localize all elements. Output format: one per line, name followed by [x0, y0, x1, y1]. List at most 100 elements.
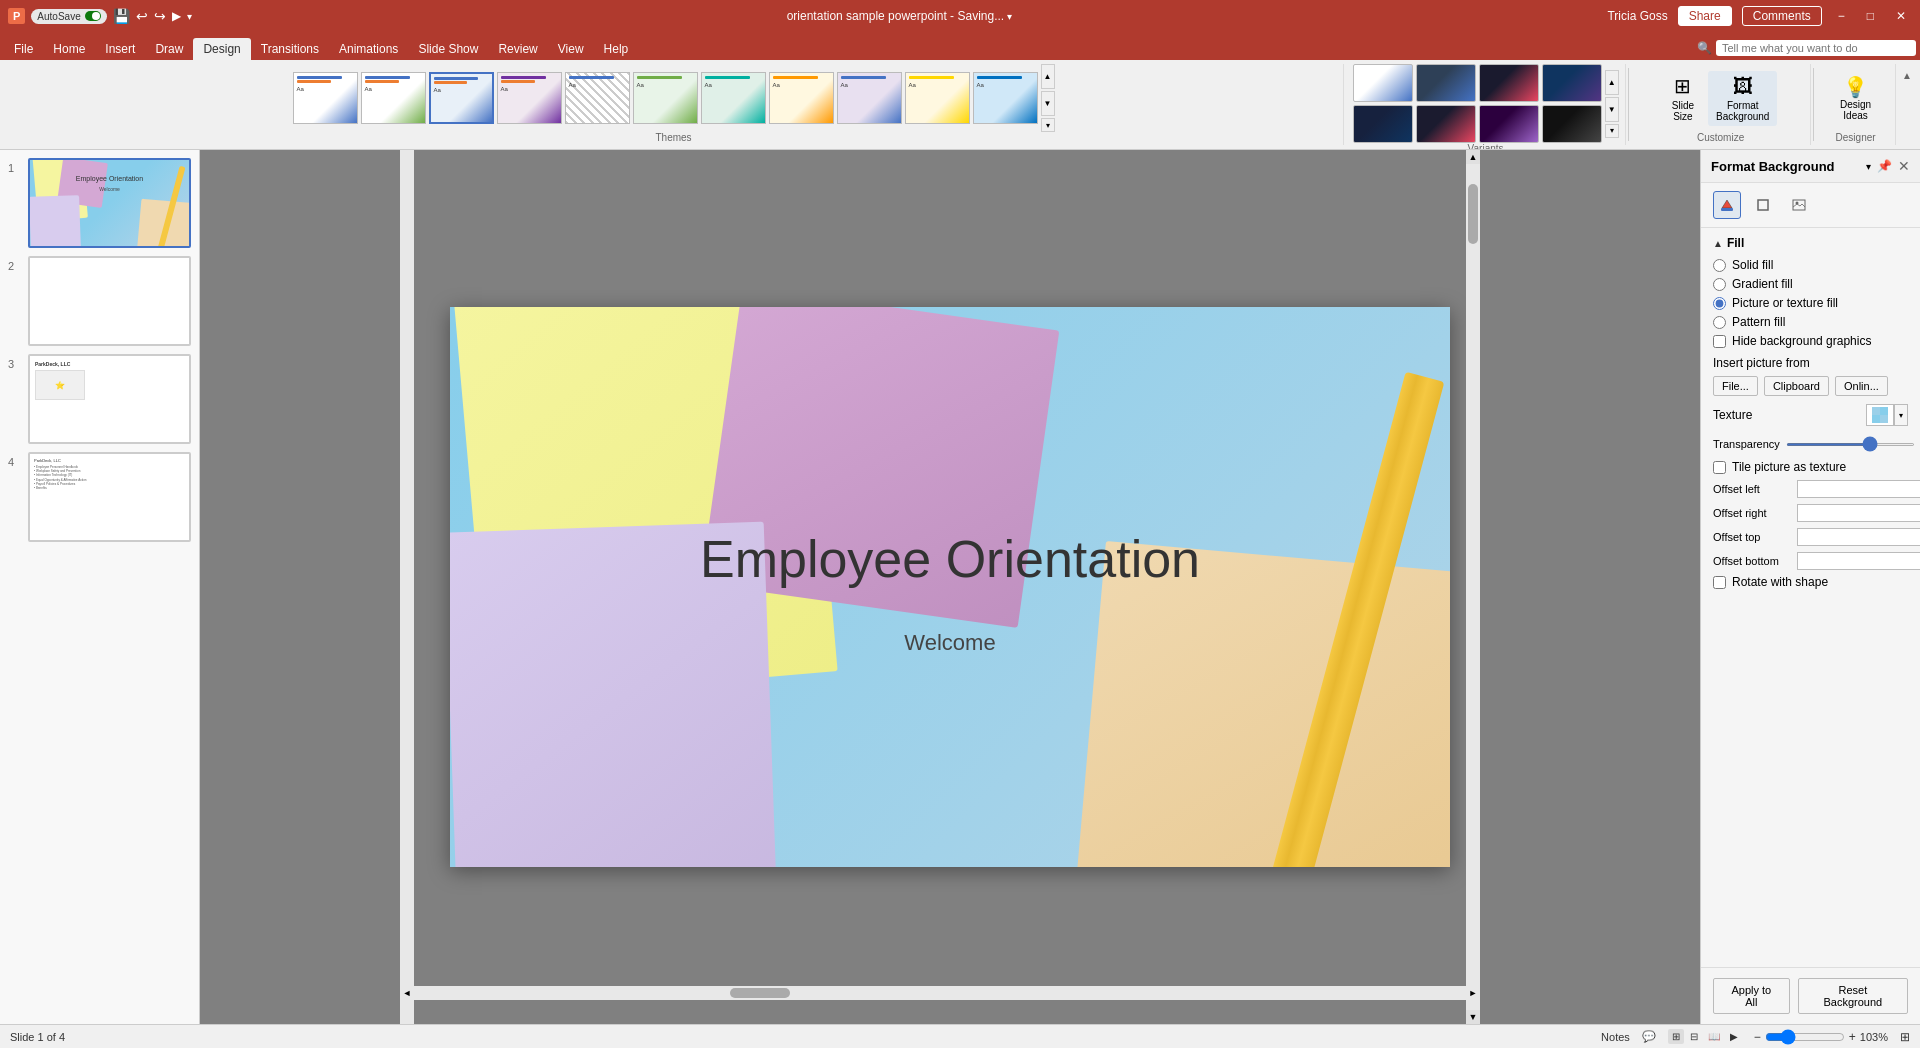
theme-item-11[interactable]: Aa: [973, 72, 1038, 124]
gradient-fill-option[interactable]: Gradient fill: [1713, 277, 1908, 291]
presenter-view-button[interactable]: ▶: [1726, 1029, 1742, 1044]
zoom-in-button[interactable]: +: [1849, 1030, 1856, 1044]
collapse-ribbon-button[interactable]: ▲: [1898, 64, 1916, 86]
variants-scroll-more[interactable]: ▾: [1605, 124, 1619, 138]
theme-item-1[interactable]: Aa: [293, 72, 358, 124]
tab-home[interactable]: Home: [43, 38, 95, 60]
slide-thumb-1[interactable]: 1 Employee Orientation Welcome: [8, 158, 191, 248]
file-button[interactable]: File...: [1713, 376, 1758, 396]
theme-item-2[interactable]: Aa: [361, 72, 426, 124]
transparency-slider[interactable]: [1786, 443, 1915, 446]
search-input[interactable]: [1716, 40, 1916, 56]
variant-item-6[interactable]: [1416, 105, 1476, 143]
designer-button[interactable]: 💡 Design Ideas: [1830, 69, 1881, 127]
theme-item-8[interactable]: Aa: [769, 72, 834, 124]
variant-item-1[interactable]: [1353, 64, 1413, 102]
slide-size-button[interactable]: ⊞ Slide Size: [1664, 70, 1702, 126]
panel-close-button[interactable]: ✕: [1898, 158, 1910, 174]
pattern-fill-option[interactable]: Pattern fill: [1713, 315, 1908, 329]
vscroll-up[interactable]: ▲: [1466, 150, 1480, 164]
share-button[interactable]: Share: [1678, 6, 1732, 26]
theme-item-10[interactable]: Aa: [905, 72, 970, 124]
tab-animations[interactable]: Animations: [329, 38, 408, 60]
zoom-value[interactable]: 103%: [1860, 1031, 1888, 1043]
variant-item-5[interactable]: [1353, 105, 1413, 143]
rotate-with-shape-checkbox[interactable]: [1713, 576, 1726, 589]
redo-icon[interactable]: ↪: [154, 8, 166, 24]
reading-view-button[interactable]: 📖: [1704, 1029, 1724, 1044]
shape-icon-button[interactable]: [1749, 191, 1777, 219]
pattern-fill-radio[interactable]: [1713, 316, 1726, 329]
maximize-button[interactable]: □: [1861, 7, 1880, 25]
theme-item-6[interactable]: Aa: [633, 72, 698, 124]
format-background-button[interactable]: 🖼 Format Background: [1708, 71, 1777, 126]
clipboard-button[interactable]: Clipboard: [1764, 376, 1829, 396]
themes-scroll-down[interactable]: ▼: [1041, 91, 1055, 116]
image-icon-button[interactable]: [1785, 191, 1813, 219]
tab-slideshow[interactable]: Slide Show: [408, 38, 488, 60]
minimize-button[interactable]: −: [1832, 7, 1851, 25]
offset-top-input[interactable]: -9%: [1797, 528, 1920, 546]
vscroll-thumb[interactable]: [1468, 184, 1478, 244]
hscroll-right[interactable]: ►: [1466, 986, 1480, 1000]
tab-view[interactable]: View: [548, 38, 594, 60]
tab-transitions[interactable]: Transitions: [251, 38, 329, 60]
rotate-with-shape-option[interactable]: Rotate with shape: [1713, 575, 1908, 589]
vscroll-down[interactable]: ▼: [1466, 1010, 1480, 1024]
picture-texture-fill-option[interactable]: Picture or texture fill: [1713, 296, 1908, 310]
autosave-toggle[interactable]: AutoSave: [31, 9, 106, 24]
hide-background-checkbox[interactable]: [1713, 335, 1726, 348]
theme-item-5[interactable]: Aa: [565, 72, 630, 124]
close-button[interactable]: ✕: [1890, 7, 1912, 25]
zoom-slider[interactable]: [1765, 1029, 1845, 1045]
present-icon[interactable]: ▶: [172, 9, 181, 23]
notes-button[interactable]: Notes: [1601, 1031, 1630, 1043]
variant-item-7[interactable]: [1479, 105, 1539, 143]
themes-scroll-more[interactable]: ▾: [1041, 118, 1055, 132]
normal-view-button[interactable]: ⊞: [1668, 1029, 1684, 1044]
slide-thumb-2[interactable]: 2: [8, 256, 191, 346]
themes-scroll-up[interactable]: ▲: [1041, 64, 1055, 89]
tab-design[interactable]: Design: [193, 38, 250, 60]
online-button[interactable]: Onlin...: [1835, 376, 1888, 396]
offset-left-input[interactable]: 0%: [1797, 480, 1920, 498]
slide-thumb-4[interactable]: 4 ParkDeck, LLC • Employee Personnel Han…: [8, 452, 191, 542]
solid-fill-option[interactable]: Solid fill: [1713, 258, 1908, 272]
undo-icon[interactable]: ↩: [136, 8, 148, 24]
tile-picture-checkbox[interactable]: [1713, 461, 1726, 474]
theme-item-4[interactable]: Aa: [497, 72, 562, 124]
panel-pin-icon[interactable]: 📌: [1877, 159, 1892, 173]
variants-scroll-down[interactable]: ▼: [1605, 97, 1619, 122]
theme-item-3[interactable]: Aa: [429, 72, 494, 124]
tile-picture-option[interactable]: Tile picture as texture: [1713, 460, 1908, 474]
comments-count-icon[interactable]: 💬: [1642, 1030, 1656, 1043]
fill-icon-button[interactable]: [1713, 191, 1741, 219]
slide-title[interactable]: Employee Orientation: [700, 529, 1200, 589]
texture-picker-button[interactable]: [1866, 404, 1894, 426]
slide-sorter-button[interactable]: ⊟: [1686, 1029, 1702, 1044]
variant-item-3[interactable]: [1479, 64, 1539, 102]
title-dropdown-icon[interactable]: ▾: [1007, 11, 1012, 22]
panel-dropdown-icon[interactable]: ▾: [1866, 161, 1871, 172]
tab-draw[interactable]: Draw: [145, 38, 193, 60]
variant-item-2[interactable]: [1416, 64, 1476, 102]
slide-thumb-3[interactable]: 3 ParkDeck, LLC ⭐: [8, 354, 191, 444]
slide-canvas[interactable]: Employee Orientation Welcome: [450, 307, 1450, 867]
variant-item-4[interactable]: [1542, 64, 1602, 102]
offset-bottom-input[interactable]: -9%: [1797, 552, 1920, 570]
fit-to-window-button[interactable]: ⊞: [1900, 1030, 1910, 1044]
variants-scroll-up[interactable]: ▲: [1605, 70, 1619, 95]
hscroll-left[interactable]: ◄: [400, 986, 414, 1000]
tab-review[interactable]: Review: [488, 38, 547, 60]
texture-dropdown-button[interactable]: ▾: [1894, 404, 1908, 426]
reset-background-button[interactable]: Reset Background: [1798, 978, 1908, 1014]
offset-right-input[interactable]: 0%: [1797, 504, 1920, 522]
tab-help[interactable]: Help: [594, 38, 639, 60]
tab-file[interactable]: File: [4, 38, 43, 60]
fill-section-header[interactable]: ▲ Fill: [1713, 236, 1908, 250]
theme-item-9[interactable]: Aa: [837, 72, 902, 124]
theme-item-7[interactable]: Aa: [701, 72, 766, 124]
hscroll-thumb[interactable]: [730, 988, 790, 998]
comments-button[interactable]: Comments: [1742, 6, 1822, 26]
zoom-out-button[interactable]: −: [1754, 1030, 1761, 1044]
